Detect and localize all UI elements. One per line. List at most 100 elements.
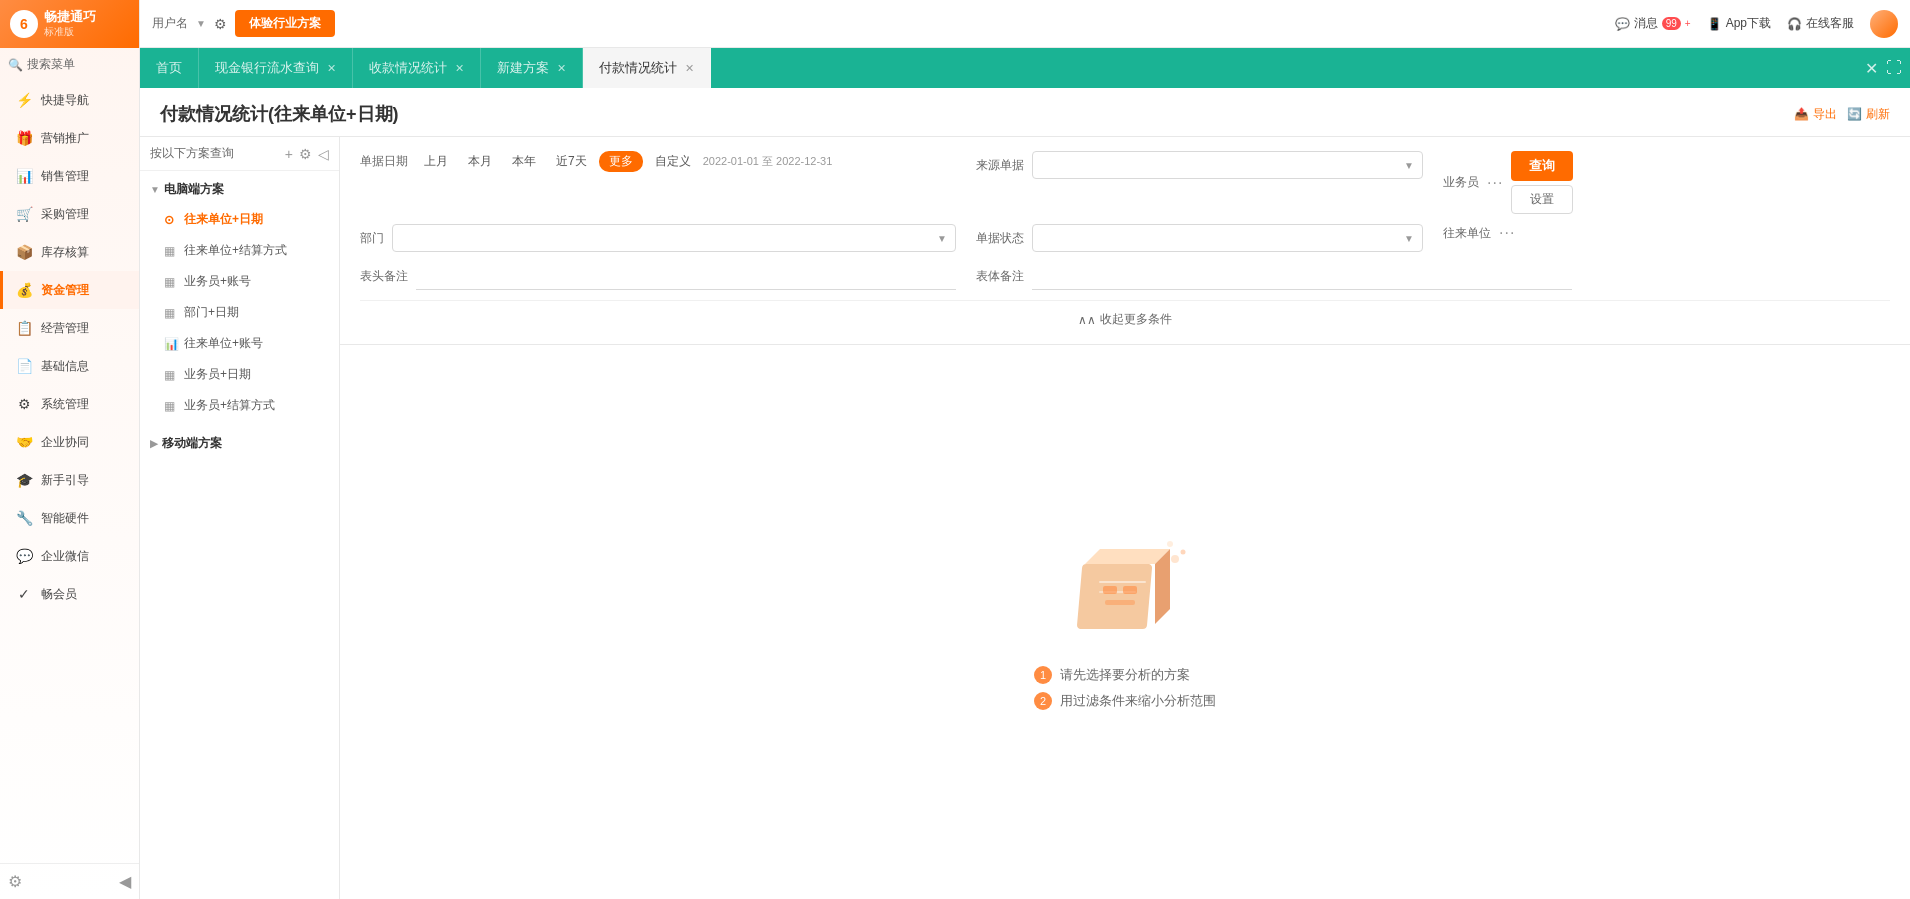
tab-home[interactable]: 首页	[140, 48, 199, 88]
scheme-item-staff-settle[interactable]: ▦ 业务员+结算方式	[140, 390, 339, 421]
query-button[interactable]: 查询	[1511, 151, 1573, 181]
sidebar-item-marketing[interactable]: 🎁 营销推广	[0, 119, 139, 157]
tab-new[interactable]: 新建方案 ✕	[481, 48, 583, 88]
shortcut-icon: ⚡	[15, 91, 33, 109]
unit-settle-icon: ▦	[164, 244, 178, 258]
doc-status-select[interactable]: ▼	[1032, 224, 1423, 252]
sidebar-item-inventory[interactable]: 📦 库存核算	[0, 233, 139, 271]
scheme-item-staff-account[interactable]: ▦ 业务员+账号	[140, 266, 339, 297]
app-download-action[interactable]: 📱 App下载	[1707, 15, 1771, 32]
basic-icon: 📄	[15, 357, 33, 375]
panel-collapse-btn[interactable]: ◁	[318, 146, 329, 162]
messages-label: 消息	[1634, 15, 1658, 32]
date-btn-this-year[interactable]: 本年	[504, 151, 544, 172]
date-btn-more[interactable]: 更多	[599, 151, 643, 172]
collapse-up-icon: ∧∧	[1078, 313, 1096, 327]
tabbar-end: ✕ ⛶	[1857, 48, 1910, 88]
date-btn-this-month[interactable]: 本月	[460, 151, 500, 172]
brand-info: 畅捷通巧 标准版	[44, 9, 96, 39]
refresh-button[interactable]: 🔄 刷新	[1847, 106, 1890, 123]
collapse-sidebar-icon[interactable]: ◀	[119, 872, 131, 891]
sidebar-item-hardware[interactable]: 🔧 智能硬件	[0, 499, 139, 537]
search-menu[interactable]: 🔍 搜索菜单	[0, 48, 139, 81]
unit-date-icon: ⊙	[164, 213, 178, 227]
online-service-action[interactable]: 🎧 在线客服	[1787, 15, 1854, 32]
home-label: 首页	[156, 59, 182, 77]
tab-close-all-icon[interactable]: ✕	[1865, 59, 1878, 78]
panel-settings-btn[interactable]: ⚙	[299, 146, 312, 162]
user-avatar[interactable]	[1870, 10, 1898, 38]
messages-action[interactable]: 💬 消息 99 +	[1615, 15, 1691, 32]
scheme-item-label: 往来单位+日期	[184, 211, 263, 228]
scheme-item-unit-date[interactable]: ⊙ 往来单位+日期	[140, 204, 339, 235]
date-btn-custom[interactable]: 自定义	[647, 151, 699, 172]
sidebar-item-basic[interactable]: 📄 基础信息	[0, 347, 139, 385]
panel-add-btn[interactable]: +	[285, 146, 293, 162]
sidebar-item-sales[interactable]: 📊 销售管理	[0, 157, 139, 195]
sidebar-item-member[interactable]: ✓ 畅会员	[0, 575, 139, 613]
sidebar-item-enterprise[interactable]: 🤝 企业协同	[0, 423, 139, 461]
refresh-icon: 🔄	[1847, 107, 1862, 121]
filter-area: 单据日期 上月 本月 本年 近7天 更多 自定义 2022-01-01 至 20…	[340, 137, 1910, 345]
scheme-item-unit-settle[interactable]: ▦ 往来单位+结算方式	[140, 235, 339, 266]
unit-label: 往来单位	[1443, 225, 1491, 242]
scheme-item-label: 业务员+账号	[184, 273, 251, 290]
sidebar-item-wechat[interactable]: 💬 企业微信	[0, 537, 139, 575]
scheme-item-staff-date[interactable]: ▦ 业务员+日期	[140, 359, 339, 390]
sidebar-item-shortcut[interactable]: ⚡ 快捷导航	[0, 81, 139, 119]
new-label: 新建方案	[497, 59, 549, 77]
collapse-row: ∧∧ 收起更多条件	[360, 300, 1890, 334]
tip-1-text: 请先选择要分析的方案	[1060, 666, 1190, 684]
nav-label: 基础信息	[41, 358, 89, 375]
experience-btn[interactable]: 体验行业方案	[235, 10, 335, 37]
collapse-btn[interactable]: ∧∧ 收起更多条件	[1078, 305, 1172, 334]
tab-bank[interactable]: 现金银行流水查询 ✕	[199, 48, 353, 88]
payment-tab-close[interactable]: ✕	[685, 62, 694, 75]
bank-tab-close[interactable]: ✕	[327, 62, 336, 75]
set-button[interactable]: 设置	[1511, 185, 1573, 214]
service-icon: 🎧	[1787, 17, 1802, 31]
date-btn-last-month[interactable]: 上月	[416, 151, 456, 172]
desktop-group-header[interactable]: ▼ 电脑端方案	[140, 175, 339, 204]
svg-rect-5	[1103, 586, 1117, 594]
filter-row-2: 部门 ▼ 单据状态 ▼	[360, 224, 1890, 252]
nav-label: 企业协同	[41, 434, 89, 451]
export-button[interactable]: 📤 导出	[1794, 106, 1837, 123]
nav-label: 采购管理	[41, 206, 89, 223]
filter-unit-item: 往来单位 ···	[1443, 224, 1890, 242]
tab-income[interactable]: 收款情况统计 ✕	[353, 48, 481, 88]
panel-toolbar: 按以下方案查询 + ⚙ ◁	[140, 137, 339, 171]
new-tab-close[interactable]: ✕	[557, 62, 566, 75]
date-btn-last7[interactable]: 近7天	[548, 151, 595, 172]
export-icon: 📤	[1794, 107, 1809, 121]
source-select[interactable]: ▼	[1032, 151, 1423, 179]
empty-tips: 1 请先选择要分析的方案 2 用过滤条件来缩小分析范围	[1034, 666, 1216, 710]
sidebar-header: 6 畅捷通巧 标准版	[0, 0, 139, 48]
staff-dots[interactable]: ···	[1487, 174, 1503, 192]
sidebar: 6 畅捷通巧 标准版 🔍 搜索菜单 ⚡ 快捷导航 🎁 营销推广 📊 销售管理 🛒…	[0, 0, 140, 899]
topbar-gear-icon[interactable]: ⚙	[214, 16, 227, 32]
tab-payment[interactable]: 付款情况统计 ✕	[583, 48, 711, 88]
mobile-group-header[interactable]: ▶ 移动端方案	[140, 429, 339, 458]
svg-rect-7	[1105, 600, 1135, 605]
scheme-item-unit-account[interactable]: 📊 往来单位+账号	[140, 328, 339, 359]
user-dropdown-arrow[interactable]: ▼	[196, 18, 206, 29]
scheme-item-dept-date[interactable]: ▦ 部门+日期	[140, 297, 339, 328]
header-note-input[interactable]	[416, 262, 956, 290]
sidebar-item-purchase[interactable]: 🛒 采购管理	[0, 195, 139, 233]
unit-dots[interactable]: ···	[1499, 224, 1515, 242]
body-note-input[interactable]	[1032, 262, 1572, 290]
sidebar-item-finance[interactable]: 💰 资金管理	[0, 271, 139, 309]
staff-account-icon: ▦	[164, 275, 178, 289]
scheme-item-label: 往来单位+结算方式	[184, 242, 287, 259]
sidebar-item-operation[interactable]: 📋 经营管理	[0, 309, 139, 347]
tab-fullscreen-icon[interactable]: ⛶	[1886, 59, 1902, 77]
settings-footer-icon[interactable]: ⚙	[8, 872, 22, 891]
desktop-arrow-icon: ▼	[150, 184, 160, 195]
dept-select[interactable]: ▼	[392, 224, 956, 252]
collapse-label: 收起更多条件	[1100, 311, 1172, 328]
sidebar-item-system[interactable]: ⚙ 系统管理	[0, 385, 139, 423]
income-tab-close[interactable]: ✕	[455, 62, 464, 75]
sidebar-item-guide[interactable]: 🎓 新手引导	[0, 461, 139, 499]
svg-point-9	[1181, 550, 1186, 555]
